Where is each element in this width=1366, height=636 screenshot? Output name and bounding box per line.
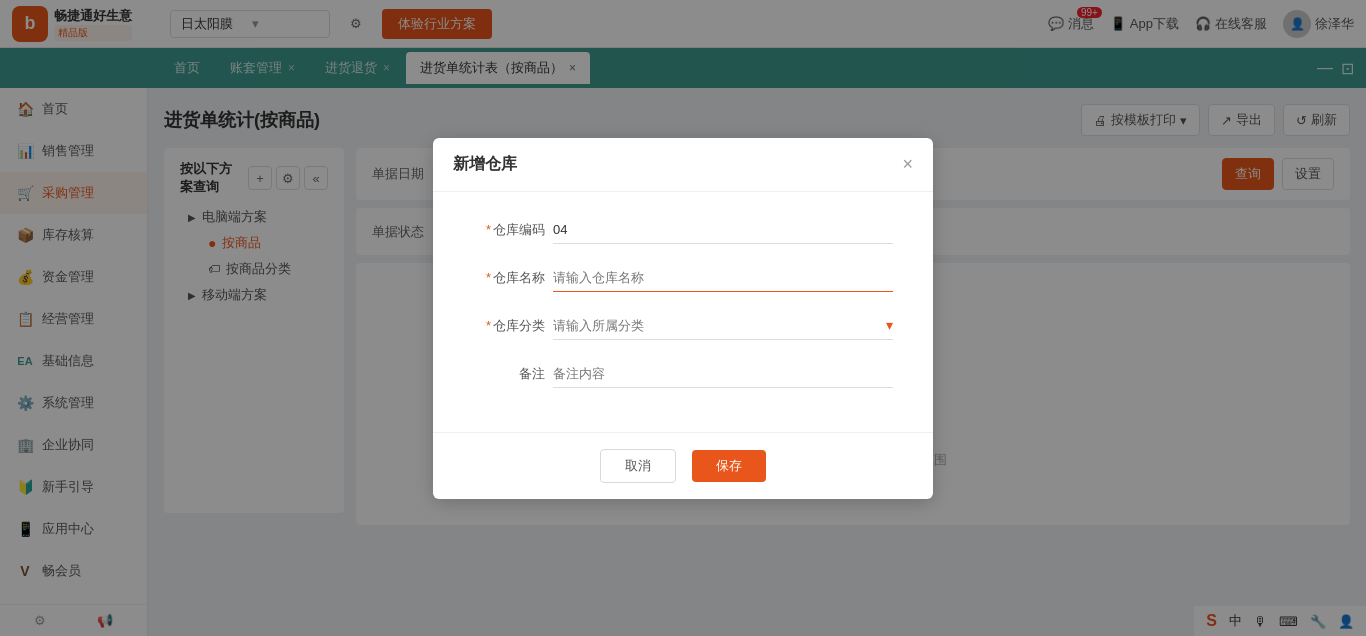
code-label: 仓库编码 <box>473 221 553 239</box>
category-select-wrapper: ▾ <box>553 312 893 340</box>
remark-label: 备注 <box>473 365 553 383</box>
warehouse-remark-input[interactable] <box>553 360 893 388</box>
category-label: 仓库分类 <box>473 317 553 335</box>
warehouse-name-input[interactable] <box>553 264 893 292</box>
chevron-down-icon: ▾ <box>886 317 893 333</box>
add-warehouse-modal: 新增仓库 × 仓库编码 仓库名称 仓库分类 ▾ <box>433 138 933 499</box>
cancel-button[interactable]: 取消 <box>600 449 676 483</box>
modal-title: 新增仓库 <box>453 154 517 175</box>
save-button[interactable]: 保存 <box>692 450 766 482</box>
form-row-code: 仓库编码 <box>473 216 893 244</box>
form-row-remark: 备注 <box>473 360 893 388</box>
modal-header: 新增仓库 × <box>433 138 933 192</box>
modal-footer: 取消 保存 <box>433 432 933 499</box>
form-row-name: 仓库名称 <box>473 264 893 292</box>
modal-close-button[interactable]: × <box>902 154 913 175</box>
form-row-category: 仓库分类 ▾ <box>473 312 893 340</box>
modal-body: 仓库编码 仓库名称 仓库分类 ▾ 备注 <box>433 192 933 432</box>
warehouse-category-input[interactable] <box>553 312 886 339</box>
name-label: 仓库名称 <box>473 269 553 287</box>
overlay: 新增仓库 × 仓库编码 仓库名称 仓库分类 ▾ <box>0 0 1366 636</box>
warehouse-code-input[interactable] <box>553 216 893 244</box>
